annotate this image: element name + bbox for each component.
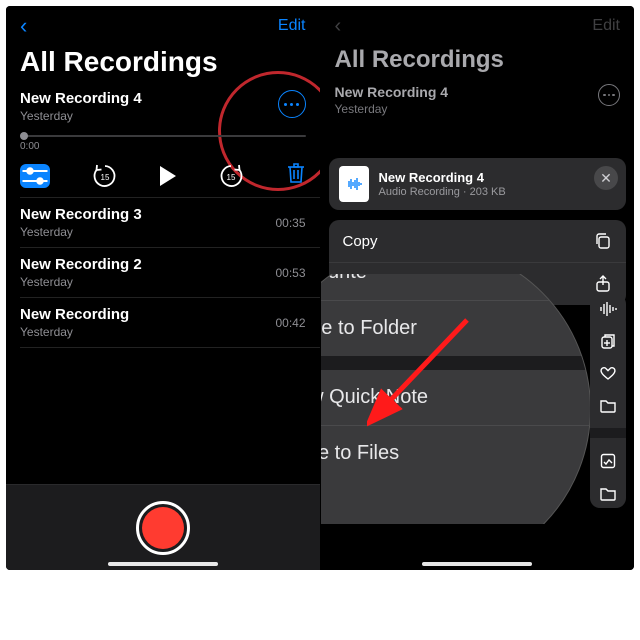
recording-row[interactable]: New Recording 3 Yesterday 00:35 <box>6 198 320 247</box>
close-button[interactable]: ✕ <box>594 166 618 190</box>
recording-name: New Recording 4 <box>335 84 621 100</box>
voice-memos-list-screen: ‹ Edit All Recordings New Recording 4 Ye… <box>6 6 320 570</box>
recording-subtitle: Yesterday <box>20 275 142 289</box>
recording-row-dimmed: New Recording 4 Yesterday <box>321 80 635 124</box>
more-options-icon <box>598 84 620 106</box>
share-sheet: New Recording 4 Audio Recording · 203 KB… <box>329 158 627 570</box>
home-indicator[interactable] <box>422 562 532 566</box>
recording-name: New Recording <box>20 306 129 323</box>
recording-row[interactable]: New Recording Yesterday 00:42 <box>6 298 320 347</box>
audio-file-icon <box>339 166 369 202</box>
page-title: All Recordings <box>6 46 320 84</box>
quick-note-icon[interactable] <box>599 452 617 470</box>
page-title-dimmed: All Recordings <box>321 46 635 80</box>
nav-bar: ‹ Edit <box>6 6 320 46</box>
copy-action[interactable]: Copy <box>329 220 627 262</box>
folder-icon[interactable] <box>599 484 617 502</box>
action-label: Share <box>343 276 383 293</box>
recording-subtitle: Yesterday <box>20 109 306 123</box>
share-file-subtitle: Audio Recording · 203 KB <box>379 186 506 198</box>
settings-sliders-button[interactable] <box>20 164 50 188</box>
recording-subtitle: Yesterday <box>335 102 621 116</box>
recording-subtitle: Yesterday <box>20 325 129 339</box>
edit-button-dimmed: Edit <box>592 17 620 35</box>
action-label: Copy <box>343 233 378 250</box>
playback-controls: 15 15 <box>6 152 320 197</box>
selected-recording[interactable]: New Recording 4 Yesterday <box>6 84 320 125</box>
more-options-button[interactable] <box>278 90 306 118</box>
action-icon-strip <box>590 294 626 508</box>
record-button[interactable] <box>136 501 190 555</box>
svg-text:15: 15 <box>226 173 235 182</box>
skip-forward-15-button[interactable]: 15 <box>218 163 244 189</box>
nav-bar-dimmed: ‹ Edit <box>321 6 635 46</box>
back-chevron-icon: ‹ <box>335 15 342 38</box>
edit-button[interactable]: Edit <box>278 17 306 35</box>
share-sheet-header: New Recording 4 Audio Recording · 203 KB… <box>329 158 627 210</box>
recording-row[interactable]: New Recording 2 Yesterday 00:53 <box>6 248 320 297</box>
share-icon <box>594 275 612 293</box>
copy-icon <box>594 232 612 250</box>
recording-duration: 00:53 <box>275 266 305 280</box>
skip-back-15-button[interactable]: 15 <box>92 163 118 189</box>
folder-icon[interactable] <box>599 396 617 414</box>
recording-duration: 00:35 <box>275 216 305 230</box>
playback-time: 0:00 <box>20 141 306 152</box>
share-sheet-screen: ‹ Edit All Recordings New Recording 4 Ye… <box>321 6 635 570</box>
recording-name: New Recording 2 <box>20 256 142 273</box>
play-button[interactable] <box>160 166 176 186</box>
share-actions-group: Copy Share <box>329 220 627 305</box>
back-chevron-icon[interactable]: ‹ <box>20 15 27 37</box>
heart-icon[interactable] <box>599 364 617 382</box>
record-toolbar <box>6 484 320 570</box>
playback-scrubber[interactable]: 0:00 <box>6 125 320 152</box>
recording-name: New Recording 4 <box>20 90 306 107</box>
waveform-icon[interactable] <box>599 300 617 318</box>
share-action[interactable]: Share <box>329 262 627 305</box>
recording-duration: 00:42 <box>275 316 305 330</box>
svg-text:15: 15 <box>100 173 109 182</box>
recording-subtitle: Yesterday <box>20 225 142 239</box>
share-file-title: New Recording 4 <box>379 170 506 185</box>
recording-name: New Recording 3 <box>20 206 142 223</box>
delete-button[interactable] <box>286 162 306 189</box>
home-indicator[interactable] <box>108 562 218 566</box>
duplicate-icon[interactable] <box>599 332 617 350</box>
